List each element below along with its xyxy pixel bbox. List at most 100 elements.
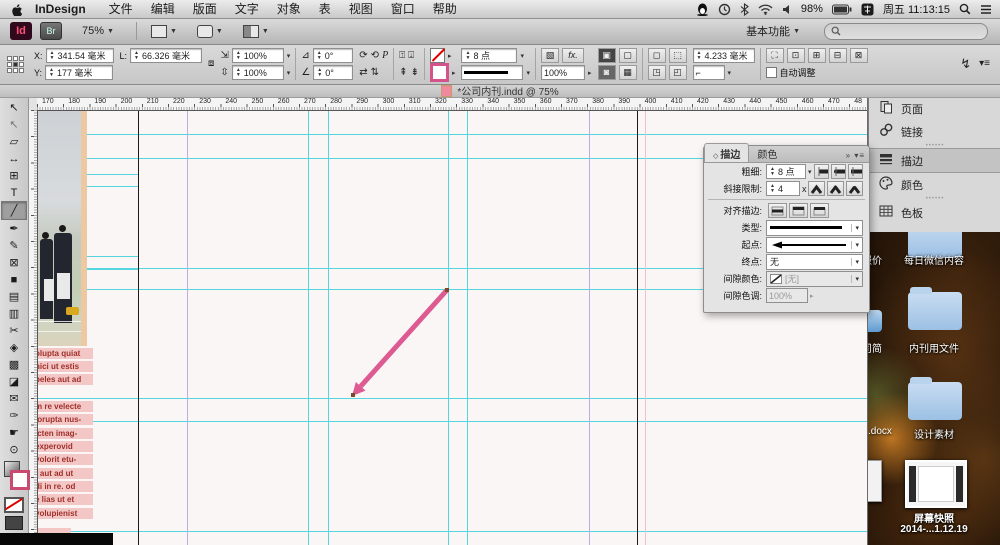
screen-mode-button[interactable] [5,516,23,530]
fit-proportional-button[interactable]: ⊟ [829,48,847,63]
scissors-tool[interactable]: ✂ [2,322,26,339]
stroke-proxy-swatch[interactable] [10,470,30,490]
screenshot-thumbnail[interactable] [905,460,967,508]
screenshot-label[interactable]: 屏幕快照 [868,510,1000,525]
gradient-tool[interactable]: ▩ [2,356,26,373]
folder-icon[interactable] [908,292,962,330]
screenshot-label[interactable]: 2014-...1.12.19 [868,524,1000,535]
select-container-button[interactable]: ⍐ [399,50,405,62]
fit-frame-button[interactable]: ⊡ [787,48,805,63]
direct-selection-tool[interactable]: ↖ [2,116,26,133]
end-arrowhead-dropdown[interactable]: 无▾ [766,254,863,270]
join-bevel-button[interactable] [846,181,863,196]
volume-icon[interactable] [782,4,792,15]
dock-item-页面[interactable]: 页面 [869,97,1000,120]
tab-stroke[interactable]: ◇ 描边 [704,143,749,162]
select-previous-button[interactable]: ⇞ [399,67,407,79]
rotate-cw-button[interactable]: ⟳ [359,50,367,62]
cap-butt-button[interactable] [814,164,829,179]
y-position-field[interactable]: ▲▼177 毫米 [45,65,113,80]
autofit-checkbox[interactable] [766,67,777,78]
align-outside-button[interactable] [810,203,829,218]
input-method-icon[interactable] [861,3,874,16]
pencil-tool[interactable]: ✎ [2,237,26,254]
folder-icon[interactable] [908,382,962,420]
wrap-object-button[interactable]: ◳ [648,65,666,80]
join-miter-button[interactable] [808,181,825,196]
menubar-menu-item[interactable]: 文字 [226,0,268,18]
rectangle-tool[interactable]: ■ [2,271,26,288]
menubar-clock[interactable]: 周五 11:13:15 [883,1,950,17]
panel-menu-icon[interactable]: ▾≡ [979,58,990,70]
line-tool[interactable]: ╱ [1,201,27,220]
menubar-menu-item[interactable]: 视图 [340,0,382,18]
document-tab-title[interactable]: *公司内刊.indd @ 75% [457,83,558,98]
rotation-angle-field[interactable]: ▲▼0° [313,48,353,63]
preview-mode-icon[interactable]: ▣ [598,48,616,63]
stroke-type-dropdown[interactable] [461,65,523,80]
lightning-icon[interactable]: ↯ [960,58,971,70]
dock-item-链接[interactable]: 链接 [869,120,1000,143]
cap-round-button[interactable] [831,164,846,179]
eyedropper-tool[interactable]: ✑ [2,407,26,424]
menubar-menu-item[interactable]: 帮助 [424,0,466,18]
tab-color[interactable]: 颜色 [749,144,785,162]
partial-document-thumbnail[interactable] [868,460,882,502]
miter-limit-field[interactable]: ▲▼4 [766,181,800,196]
menubar-menu-item[interactable]: 表 [310,0,340,18]
fit-content-button[interactable]: ⛶ [766,48,784,63]
partial-file-icon[interactable] [868,310,882,332]
workspace-switcher[interactable]: 基本功能▼ [740,21,806,41]
partial-desktop-label[interactable]: .docx [868,426,892,437]
menubar-menu-item[interactable]: 文件 [100,0,142,18]
reference-point-proxy[interactable] [3,56,28,73]
flip-horizontal-button[interactable]: ⇄ [359,67,367,79]
fill-proportional-button[interactable]: ⊠ [850,48,868,63]
opacity-field[interactable]: 100% [541,65,585,80]
apple-menu-icon[interactable] [10,3,23,16]
select-next-button[interactable]: ⇟ [411,67,419,79]
join-round-button[interactable] [827,181,844,196]
partial-desktop-label[interactable]: 司简 [868,340,882,355]
gap-tint-field[interactable]: 100% [766,288,808,303]
screen-mode-dropdown[interactable]: ▼ [191,23,229,40]
vertical-grid-tool[interactable]: ▥ [2,305,26,322]
folder-label[interactable]: 内刊用文件 [868,340,1000,355]
bluetooth-icon[interactable] [740,3,749,16]
type-tool[interactable]: T [2,184,26,201]
pen-tool[interactable]: ✒ [2,220,26,237]
content-collector-tool[interactable]: ⊞ [2,167,26,184]
hand-tool[interactable]: ☛ [2,424,26,441]
wrap-jump-button[interactable]: ◰ [669,65,687,80]
corner-options-dropdown[interactable]: ⌐ [693,65,725,80]
fill-stroke-proxy[interactable] [2,461,26,495]
x-position-field[interactable]: ▲▼341.54 毫米 [46,48,114,63]
center-content-button[interactable]: ⊞ [808,48,826,63]
flip-vertical-button[interactable]: ⇅ [371,67,379,79]
wrap-bounding-box-button[interactable]: ⬚ [669,48,687,63]
wifi-icon[interactable] [758,4,773,15]
gap-color-dropdown[interactable]: [无]▾ [766,271,863,287]
scale-y-field[interactable]: ▲▼100% [232,65,284,80]
gradient-feather-tool[interactable]: ◪ [2,373,26,390]
start-arrowhead-dropdown[interactable]: ▾ [766,237,863,253]
quick-apply-button[interactable]: ▧ [541,48,559,63]
effects-button[interactable]: fx. [562,48,584,63]
align-center-button[interactable] [768,203,787,218]
spotlight-icon[interactable] [959,3,971,15]
overprint-icon[interactable]: ▢ [619,48,637,63]
search-input[interactable] [824,23,988,40]
page-tool[interactable]: ▱ [2,133,26,150]
view-options-dropdown[interactable]: ▼ [145,23,183,40]
arrange-documents-dropdown[interactable]: ▼ [237,23,275,40]
rotate-ccw-button[interactable]: ⟲ [371,50,379,62]
menubar-app-name[interactable]: InDesign [35,2,86,16]
length-field[interactable]: ▲▼66.326 毫米 [130,48,202,63]
menubar-menu-item[interactable]: 版面 [184,0,226,18]
gap-tool[interactable]: ↔ [2,150,26,167]
menubar-menu-item[interactable]: 对象 [268,0,310,18]
stroke-swatch-pink[interactable] [430,63,449,82]
dock-item-颜色[interactable]: 颜色 [869,173,1000,196]
panel-menu-icon[interactable]: ▾≡ [854,151,865,160]
stroke-weight-field[interactable]: ▲▼8 点 [766,164,806,179]
